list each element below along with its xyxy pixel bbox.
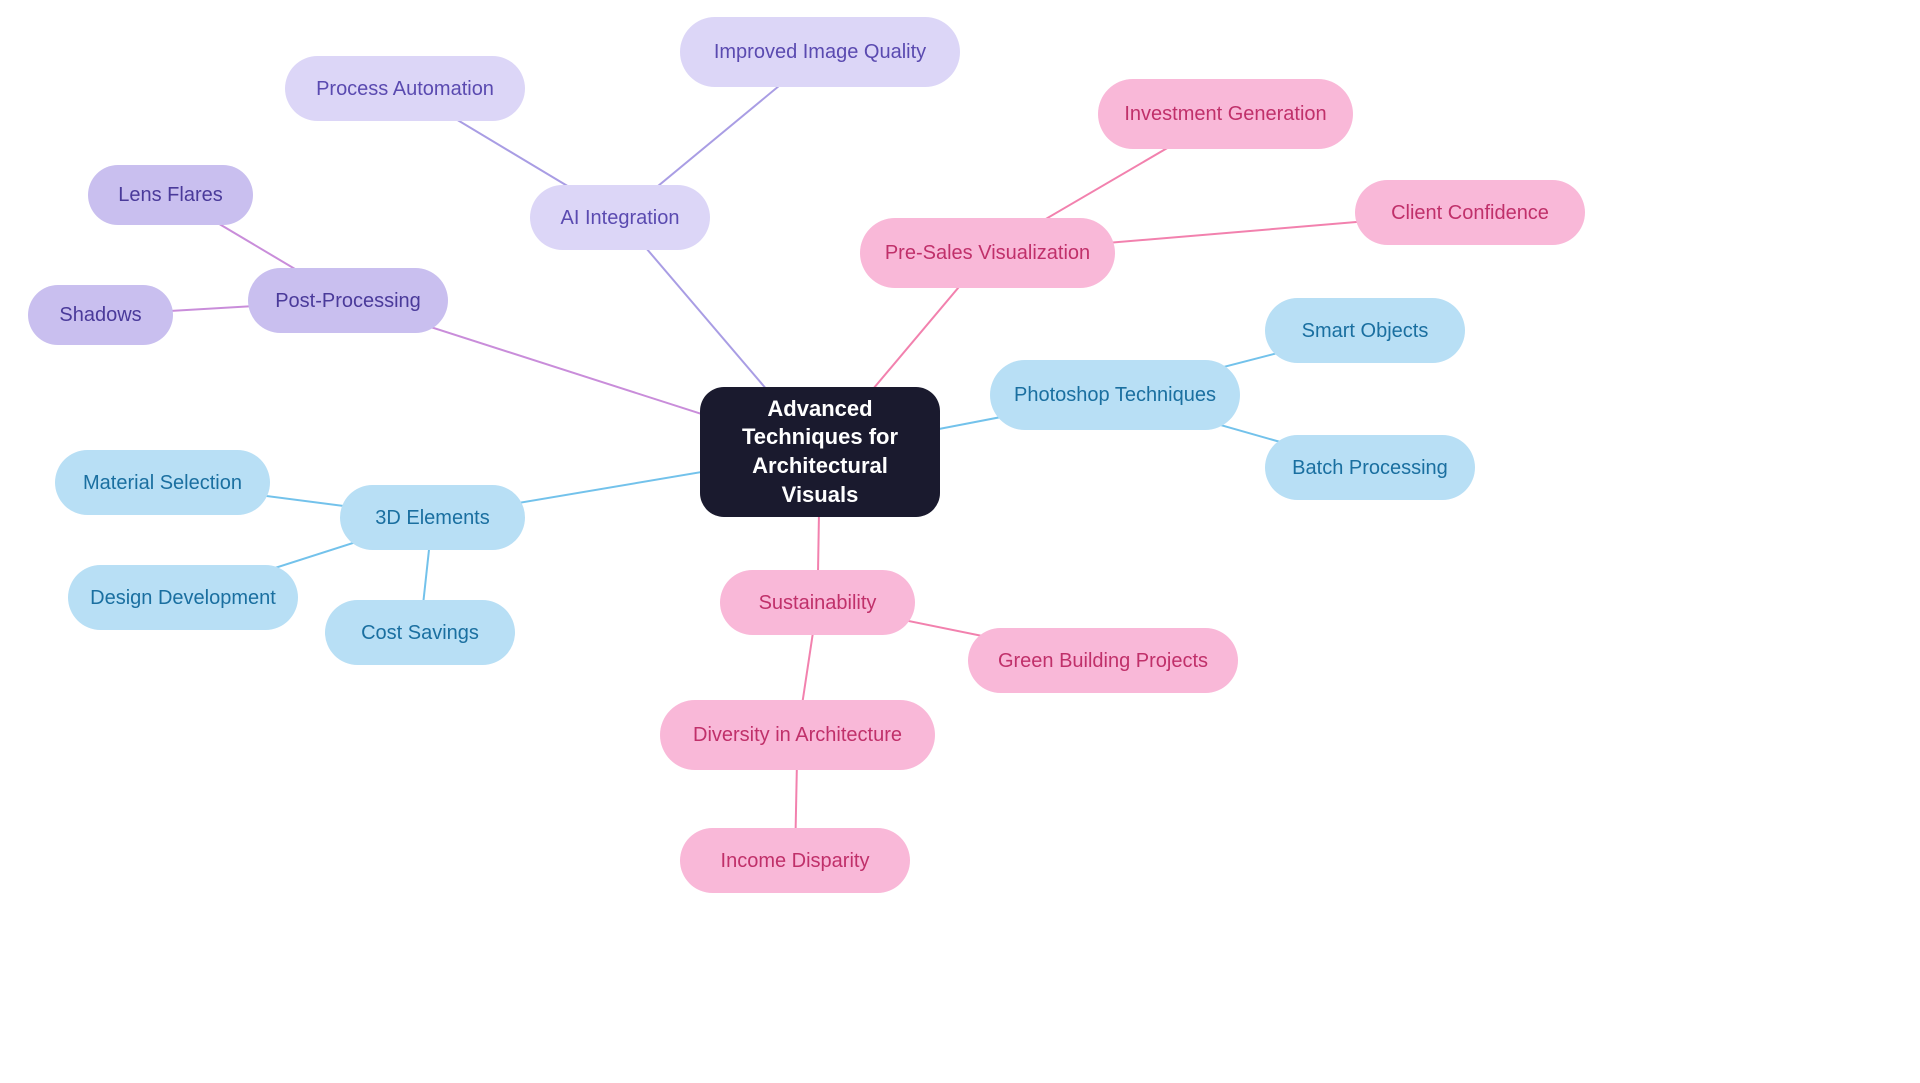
center-label: Advanced Techniques for Architectural Vi…: [722, 395, 918, 509]
material-selection-label: Material Selection: [83, 470, 242, 496]
batch-processing-label: Batch Processing: [1292, 455, 1448, 481]
node-investment-generation: Investment Generation: [1098, 79, 1353, 149]
node-improved-image-quality: Improved Image Quality: [680, 17, 960, 87]
green-building-label: Green Building Projects: [998, 648, 1208, 674]
lens-flares-label: Lens Flares: [118, 182, 223, 208]
smart-objects-label: Smart Objects: [1302, 318, 1429, 344]
shadows-label: Shadows: [59, 302, 141, 328]
node-income-disparity: Income Disparity: [680, 828, 910, 893]
photoshop-techniques-label: Photoshop Techniques: [1014, 382, 1216, 408]
center-node: Advanced Techniques for Architectural Vi…: [700, 387, 940, 517]
improved-image-quality-label: Improved Image Quality: [714, 39, 926, 65]
node-client-confidence: Client Confidence: [1355, 180, 1585, 245]
node-smart-objects: Smart Objects: [1265, 298, 1465, 363]
node-photoshop-techniques: Photoshop Techniques: [990, 360, 1240, 430]
node-green-building-projects: Green Building Projects: [968, 628, 1238, 693]
process-automation-label: Process Automation: [316, 76, 494, 102]
node-process-automation: Process Automation: [285, 56, 525, 121]
cost-savings-label: Cost Savings: [361, 620, 479, 646]
diversity-architecture-label: Diversity in Architecture: [693, 722, 902, 748]
node-lens-flares: Lens Flares: [88, 165, 253, 225]
post-processing-label: Post-Processing: [275, 288, 421, 314]
node-pre-sales-visualization: Pre-Sales Visualization: [860, 218, 1115, 288]
income-disparity-label: Income Disparity: [721, 848, 870, 874]
3d-elements-label: 3D Elements: [375, 505, 490, 531]
node-diversity-architecture: Diversity in Architecture: [660, 700, 935, 770]
node-shadows: Shadows: [28, 285, 173, 345]
sustainability-label: Sustainability: [759, 590, 877, 616]
investment-generation-label: Investment Generation: [1124, 101, 1326, 127]
ai-integration-label: AI Integration: [561, 205, 680, 231]
node-post-processing: Post-Processing: [248, 268, 448, 333]
node-sustainability: Sustainability: [720, 570, 915, 635]
node-batch-processing: Batch Processing: [1265, 435, 1475, 500]
node-design-development: Design Development: [68, 565, 298, 630]
design-development-label: Design Development: [90, 585, 276, 611]
node-3d-elements: 3D Elements: [340, 485, 525, 550]
client-confidence-label: Client Confidence: [1391, 200, 1549, 226]
node-ai-integration: AI Integration: [530, 185, 710, 250]
node-cost-savings: Cost Savings: [325, 600, 515, 665]
node-material-selection: Material Selection: [55, 450, 270, 515]
pre-sales-label: Pre-Sales Visualization: [885, 240, 1090, 266]
